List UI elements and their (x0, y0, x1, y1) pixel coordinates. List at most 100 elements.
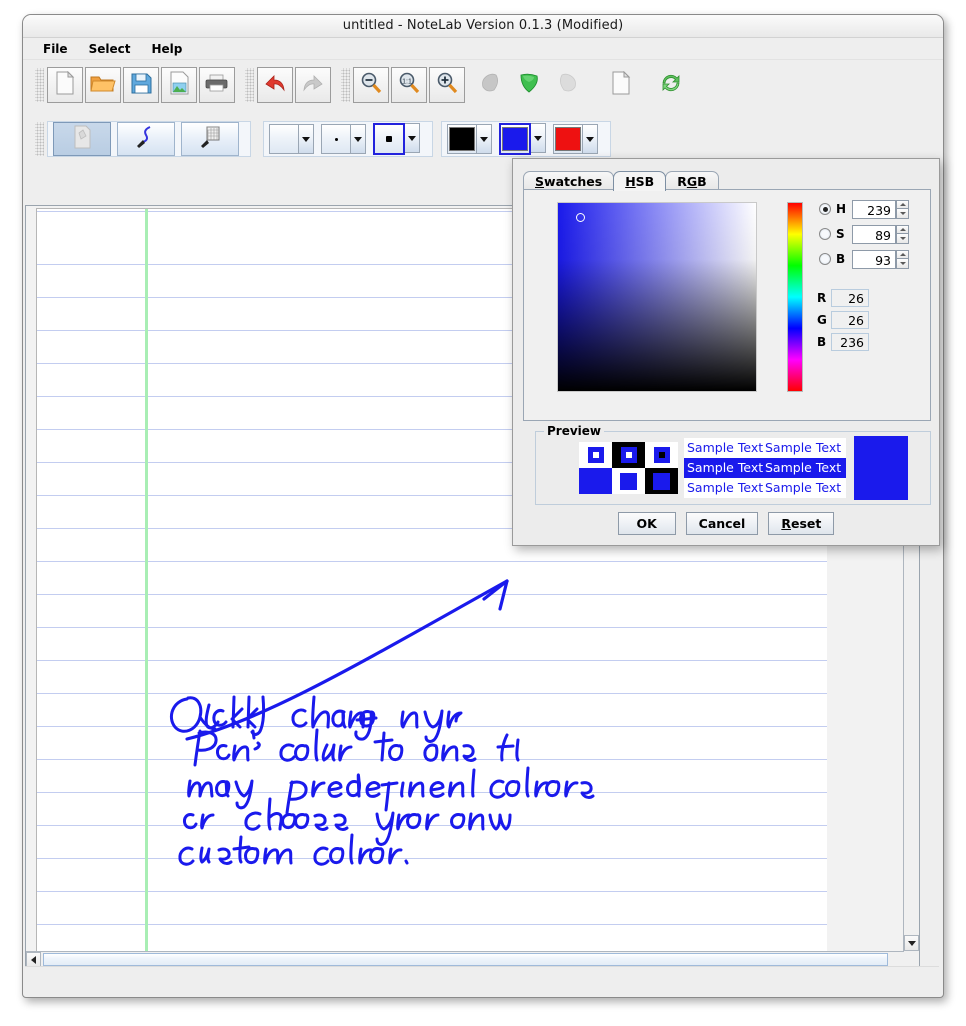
zoom-out-button[interactable] (353, 67, 389, 103)
chevron-down-icon[interactable] (477, 124, 492, 154)
hue-radio[interactable] (819, 203, 831, 215)
saturation-brightness-square[interactable] (557, 202, 757, 392)
preview-text-right: Sample Text (765, 480, 842, 495)
brightness-spin-down-button[interactable] (896, 259, 909, 269)
green-label: G (817, 312, 827, 327)
new-document-icon (54, 70, 76, 99)
pen-size-thin-icon[interactable] (269, 124, 299, 154)
hue-input[interactable]: 239 (852, 199, 896, 219)
zoom-in-button[interactable] (429, 67, 465, 103)
previous-page-icon (478, 72, 504, 98)
open-folder-button[interactable] (85, 67, 121, 103)
toolbar-group-zoom: 1:1 (341, 66, 467, 104)
saturation-spinner[interactable]: 89 (852, 224, 909, 244)
pen-size-medium-icon[interactable] (321, 124, 351, 154)
preview-swatch-grid (579, 442, 678, 494)
color-swatch-blue-icon[interactable] (499, 123, 531, 155)
brightness-radio[interactable] (819, 253, 831, 265)
ok-button[interactable]: OK (617, 512, 676, 535)
green-readout-row: G 26 (817, 309, 869, 330)
brightness-spin-buttons (896, 249, 909, 269)
scroll-down-button[interactable] (904, 935, 919, 951)
preview-swatch-cell (645, 468, 678, 494)
redo-button[interactable] (295, 67, 331, 103)
menu-item-file[interactable]: File (35, 40, 76, 58)
toolbar-grip-icon[interactable] (35, 122, 44, 156)
hsb-tab-panel: H 239 S 89 B 93 R 26 G 26 B 236 (523, 189, 931, 421)
horizontal-scrollbar-thumb[interactable] (43, 953, 888, 966)
pen-size-combo-3[interactable] (373, 123, 420, 155)
preview-text-right: Sample Text (765, 460, 842, 475)
menu-item-help[interactable]: Help (143, 40, 190, 58)
hue-spinner[interactable]: 239 (852, 199, 909, 219)
undo-arrow-icon (263, 73, 287, 97)
pen-icon (132, 124, 160, 154)
hue-spin-down-button[interactable] (896, 209, 909, 219)
toolbar-grip-icon[interactable] (35, 68, 44, 102)
tab-hsb[interactable]: HSB (613, 171, 667, 191)
refresh-button[interactable] (653, 67, 689, 103)
new-document-button[interactable] (47, 67, 83, 103)
refresh-icon (659, 71, 683, 99)
new-page-button[interactable] (603, 67, 639, 103)
hue-spin-up-button[interactable] (896, 199, 909, 209)
saturation-spin-down-button[interactable] (896, 234, 909, 244)
next-page-button[interactable] (549, 67, 585, 103)
brightness-spinner[interactable]: 93 (852, 249, 909, 269)
brightness-input[interactable]: 93 (852, 249, 896, 269)
saturation-radio[interactable] (819, 228, 831, 240)
next-page-icon (554, 72, 580, 98)
save-button[interactable] (123, 67, 159, 103)
printer-icon (204, 73, 230, 97)
saturation-label: S (836, 227, 845, 241)
preview-text-right: Sample Text (765, 440, 842, 455)
menu-item-select[interactable]: Select (81, 40, 139, 58)
previous-page-button[interactable] (473, 67, 509, 103)
sb-selector-handle[interactable] (576, 213, 585, 222)
saturation-input[interactable]: 89 (852, 224, 896, 244)
eraser-tool-button[interactable] (181, 122, 239, 156)
pen-size-combo-2[interactable] (321, 124, 366, 154)
brightness-spin-up-button[interactable] (896, 249, 909, 259)
preview-content: Sample Text Sample Text Sample Text Sample… (536, 432, 930, 504)
undo-button[interactable] (257, 67, 293, 103)
toolbar-group-file (35, 66, 237, 104)
export-image-button[interactable] (161, 67, 197, 103)
toolbar-grip-icon[interactable] (245, 68, 254, 102)
pen-size-combo-1[interactable] (269, 124, 314, 154)
print-button[interactable] (199, 67, 235, 103)
cancel-button[interactable]: Cancel (685, 512, 759, 535)
saturation-spin-up-button[interactable] (896, 224, 909, 234)
eraser-icon (196, 124, 224, 154)
chevron-down-icon[interactable] (531, 123, 546, 153)
current-page-button[interactable] (511, 67, 547, 103)
preview-color-block (854, 436, 908, 500)
pen-color-combo-blue[interactable] (499, 123, 546, 155)
paper-select-icon (70, 124, 94, 154)
color-swatch-black-icon[interactable] (447, 124, 477, 154)
hue-spin-buttons (896, 199, 909, 219)
tab-rgb[interactable]: RGB (665, 171, 719, 191)
hue-slider[interactable] (787, 202, 803, 392)
pen-size-thick-icon[interactable] (373, 123, 405, 155)
pen-tool-button[interactable] (117, 122, 175, 156)
zoom-actual-button[interactable]: 1:1 (391, 67, 427, 103)
chevron-down-icon[interactable] (299, 124, 314, 154)
chevron-down-icon[interactable] (405, 123, 420, 153)
export-image-icon (168, 71, 191, 99)
pen-color-panel (441, 121, 611, 157)
horizontal-scrollbar[interactable] (26, 951, 904, 967)
pen-color-combo-black[interactable] (447, 124, 492, 154)
chevron-down-icon[interactable] (583, 124, 598, 154)
zoom-out-icon (359, 71, 383, 99)
color-swatch-red-icon[interactable] (553, 124, 583, 154)
toolbar-grip-icon[interactable] (341, 68, 350, 102)
chevron-down-icon[interactable] (351, 124, 366, 154)
reset-button[interactable]: Reset (768, 512, 835, 535)
paper-select-tool-button[interactable] (53, 122, 111, 156)
red-value: 26 (831, 288, 869, 307)
tab-swatches[interactable]: Swatches (523, 171, 615, 191)
sb-gradient (558, 203, 756, 391)
pen-color-combo-red[interactable] (553, 124, 598, 154)
blue-label: B (817, 334, 827, 349)
